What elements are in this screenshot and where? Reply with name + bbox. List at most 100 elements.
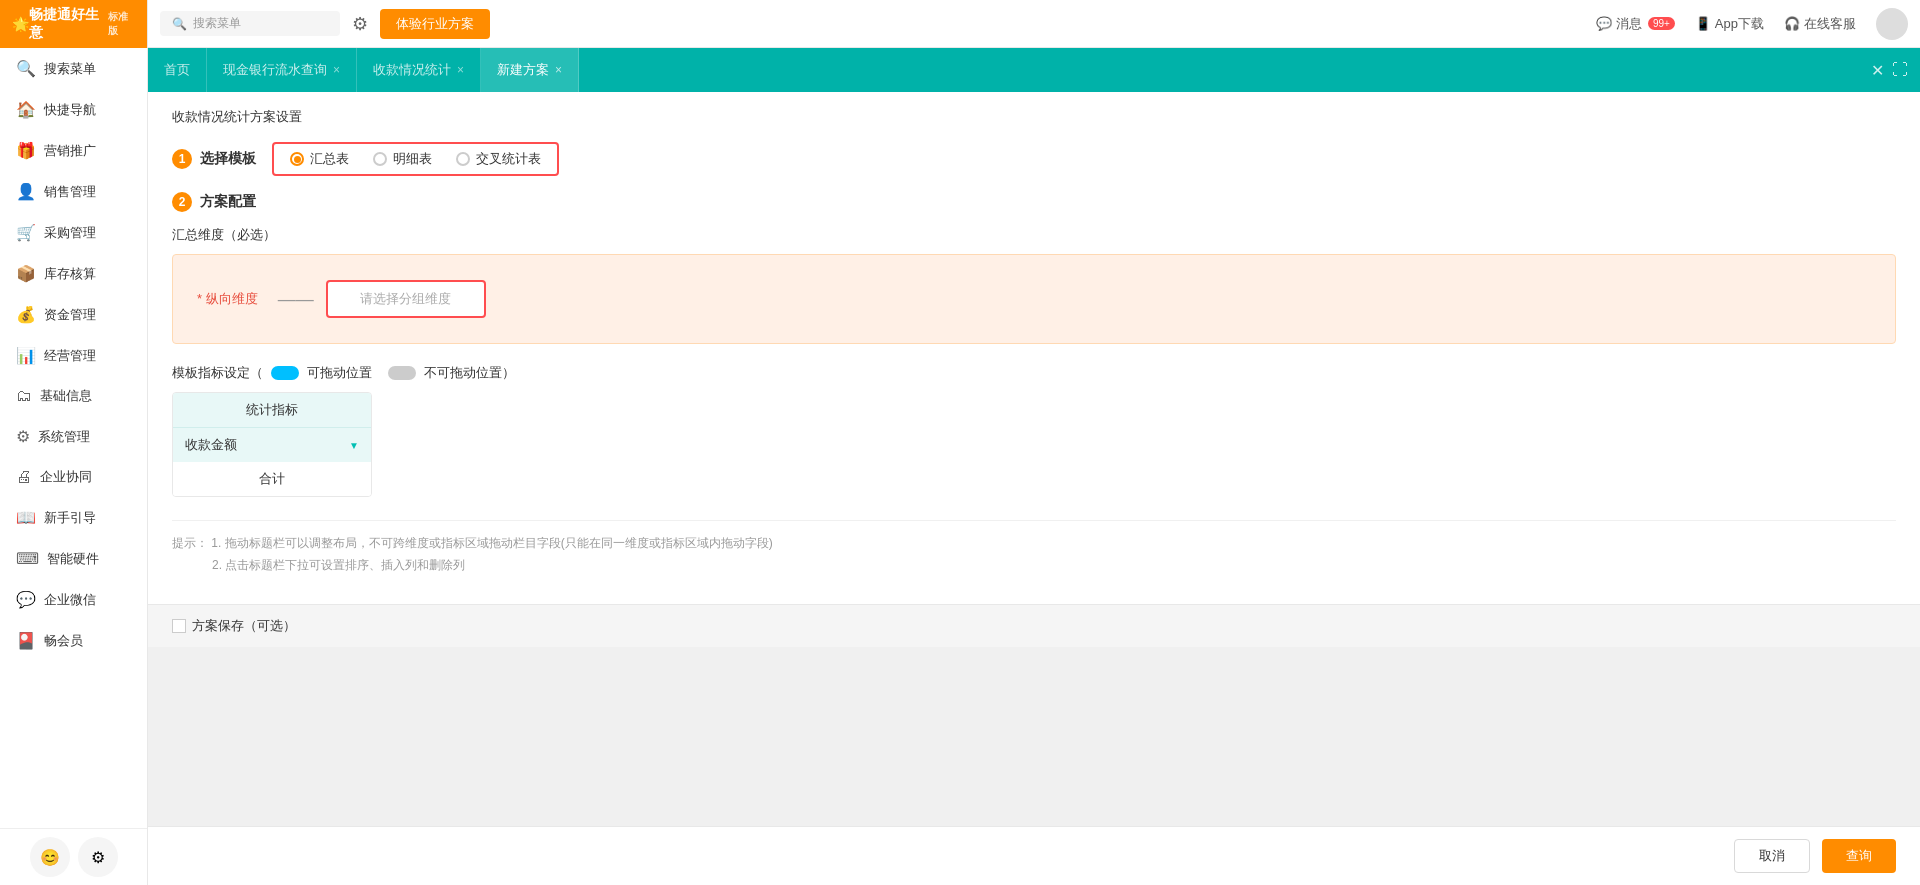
sidebar-icon-finance: 💰: [16, 305, 36, 324]
logo-icon: 🌟: [12, 16, 29, 32]
metric-total-label: 合计: [259, 471, 285, 486]
no-drag-text: 不可拖动位置）: [424, 364, 515, 382]
sidebar-label-member: 畅会员: [44, 632, 83, 650]
service-icon: 🎧: [1784, 16, 1800, 31]
tab-label-new-plan: 新建方案: [497, 61, 549, 79]
metric-col-row: 收款金额 ▼: [173, 428, 371, 462]
tab-new-plan[interactable]: 新建方案 ×: [481, 48, 579, 92]
close-window-icon[interactable]: ✕: [1871, 61, 1884, 80]
search-icon: 🔍: [172, 17, 187, 31]
sidebar-label-sales: 销售管理: [44, 183, 96, 201]
metric-settings-label: 模板指标设定（: [172, 364, 263, 382]
radio-detail-label: 明细表: [393, 150, 432, 168]
sidebar-item-marketing[interactable]: 🎁 营销推广: [0, 130, 147, 171]
sidebar-item-quick-nav[interactable]: 🏠快捷导航: [0, 89, 147, 130]
tab-close-new-plan[interactable]: ×: [555, 63, 562, 77]
trial-btn[interactable]: 体验行业方案: [380, 9, 490, 39]
sidebar-icon-hardware: ⌨: [16, 549, 39, 568]
sidebar-icon-guide: 📖: [16, 508, 36, 527]
service-label: 在线客服: [1804, 15, 1856, 33]
sidebar-icon-base-info: 🗂: [16, 387, 32, 405]
cancel-button[interactable]: 取消: [1734, 839, 1810, 873]
tab-close-collection[interactable]: ×: [457, 63, 464, 77]
sidebar-bottom: 😊 ⚙: [0, 828, 147, 885]
metric-total-row: 合计: [173, 462, 371, 496]
draggable-indicator: [271, 366, 299, 380]
expand-window-icon[interactable]: ⛶: [1892, 61, 1908, 79]
section2-header: 2 方案配置: [172, 192, 1896, 212]
sidebar-label-hardware: 智能硬件: [47, 550, 99, 568]
sidebar-item-member[interactable]: 🎴 畅会员: [0, 620, 147, 661]
user-avatar[interactable]: [1876, 8, 1908, 40]
save-option-checkbox[interactable]: 方案保存（可选）: [172, 617, 296, 635]
tabbar: 首页现金银行流水查询× 收款情况统计 × 新建方案 × ✕ ⛶: [148, 48, 1920, 92]
dimension-section-title: 汇总维度（必选）: [172, 226, 1896, 244]
sidebar-label-quick-nav: 快捷导航: [44, 101, 96, 119]
sidebar-icon-marketing: 🎁: [16, 141, 36, 160]
message-label: 消息: [1616, 15, 1642, 33]
app-name: 畅捷通好生意: [29, 6, 104, 42]
sidebar-label-operations: 经营管理: [44, 347, 96, 365]
message-icon: 💬: [1596, 16, 1612, 31]
dimension-area: * 纵向维度 —— 请选择分组维度: [172, 254, 1896, 344]
section2-num: 2: [172, 192, 192, 212]
sidebar-label-base-info: 基础信息: [40, 387, 92, 405]
sidebar-label-wechat: 企业微信: [44, 591, 96, 609]
metric-table-header: 统计指标: [173, 393, 371, 428]
save-checkbox-box: [172, 619, 186, 633]
message-btn[interactable]: 💬 消息 99+: [1596, 15, 1675, 33]
tab-label-collection: 收款情况统计: [373, 61, 451, 79]
sidebar-bottom-btn-1[interactable]: 😊: [30, 837, 70, 877]
sidebar-icon-search: 🔍: [16, 59, 36, 78]
sidebar-item-sales[interactable]: 👤销售管理: [0, 171, 147, 212]
section2-title: 方案配置: [200, 193, 256, 211]
sidebar-item-search[interactable]: 🔍 搜索菜单: [0, 48, 147, 89]
dimension-row-label: * 纵向维度: [197, 290, 258, 308]
tab-collection[interactable]: 收款情况统计 ×: [357, 48, 481, 92]
download-label: App下载: [1715, 15, 1764, 33]
no-drag-indicator: [388, 366, 416, 380]
gear-icon[interactable]: ⚙: [352, 13, 368, 35]
sidebar-item-inventory[interactable]: 📦库存核算: [0, 253, 147, 294]
topbar-right: 💬 消息 99+ 📱 App下载 🎧 在线客服: [1596, 8, 1908, 40]
sidebar-item-hardware[interactable]: ⌨ 智能硬件: [0, 538, 147, 579]
tab-close-cashflow[interactable]: ×: [333, 63, 340, 77]
topbar: 🔍 搜索菜单 ⚙ 体验行业方案 💬 消息 99+ 📱 App下载 🎧 在线客服: [148, 0, 1920, 48]
sidebar-icon-operations: 📊: [16, 346, 36, 365]
sidebar-item-wechat[interactable]: 💬企业微信: [0, 579, 147, 620]
tab-home[interactable]: 首页: [148, 48, 207, 92]
search-box[interactable]: 🔍 搜索菜单: [160, 11, 340, 36]
sidebar-item-base-info[interactable]: 🗂 基础信息: [0, 376, 147, 416]
dimension-select-box[interactable]: 请选择分组维度: [326, 280, 486, 318]
metric-col-dropdown-icon[interactable]: ▼: [349, 440, 359, 451]
sidebar-item-guide[interactable]: 📖新手引导: [0, 497, 147, 538]
app-version: 标准版: [108, 10, 135, 38]
radio-detail[interactable]: 明细表: [373, 150, 432, 168]
footer: 取消 查询: [148, 826, 1920, 885]
sidebar-item-collab[interactable]: 🖨企业协同: [0, 457, 147, 497]
radio-cross-label: 交叉统计表: [476, 150, 541, 168]
dimension-arrow-icon: ——: [278, 289, 314, 310]
sidebar-icon-collab: 🖨: [16, 468, 32, 486]
sidebar-item-operations[interactable]: 📊 经营管理: [0, 335, 147, 376]
template-select-area: 汇总表 明细表 交叉统计表: [272, 142, 559, 176]
sidebar-item-finance[interactable]: 💰资金管理: [0, 294, 147, 335]
sidebar-icon-purchase: 🛒: [16, 223, 36, 242]
service-btn[interactable]: 🎧 在线客服: [1784, 15, 1856, 33]
download-icon: 📱: [1695, 16, 1711, 31]
sidebar-icon-member: 🎴: [16, 631, 36, 650]
tab-cashflow[interactable]: 现金银行流水查询×: [207, 48, 357, 92]
download-btn[interactable]: 📱 App下载: [1695, 15, 1764, 33]
tab-label-home: 首页: [164, 61, 190, 79]
sidebar-label-search: 搜索菜单: [44, 60, 96, 78]
query-button[interactable]: 查询: [1822, 839, 1896, 873]
sidebar-icon-inventory: 📦: [16, 264, 36, 283]
radio-summary[interactable]: 汇总表: [290, 150, 349, 168]
sidebar-label-marketing: 营销推广: [44, 142, 96, 160]
sidebar-item-purchase[interactable]: 🛒 采购管理: [0, 212, 147, 253]
sidebar-label-purchase: 采购管理: [44, 224, 96, 242]
sidebar-item-system[interactable]: ⚙系统管理: [0, 416, 147, 457]
section1-header: 1 选择模板 汇总表 明细表 交叉统计表: [172, 142, 1896, 176]
radio-cross[interactable]: 交叉统计表: [456, 150, 541, 168]
sidebar-bottom-btn-2[interactable]: ⚙: [78, 837, 118, 877]
